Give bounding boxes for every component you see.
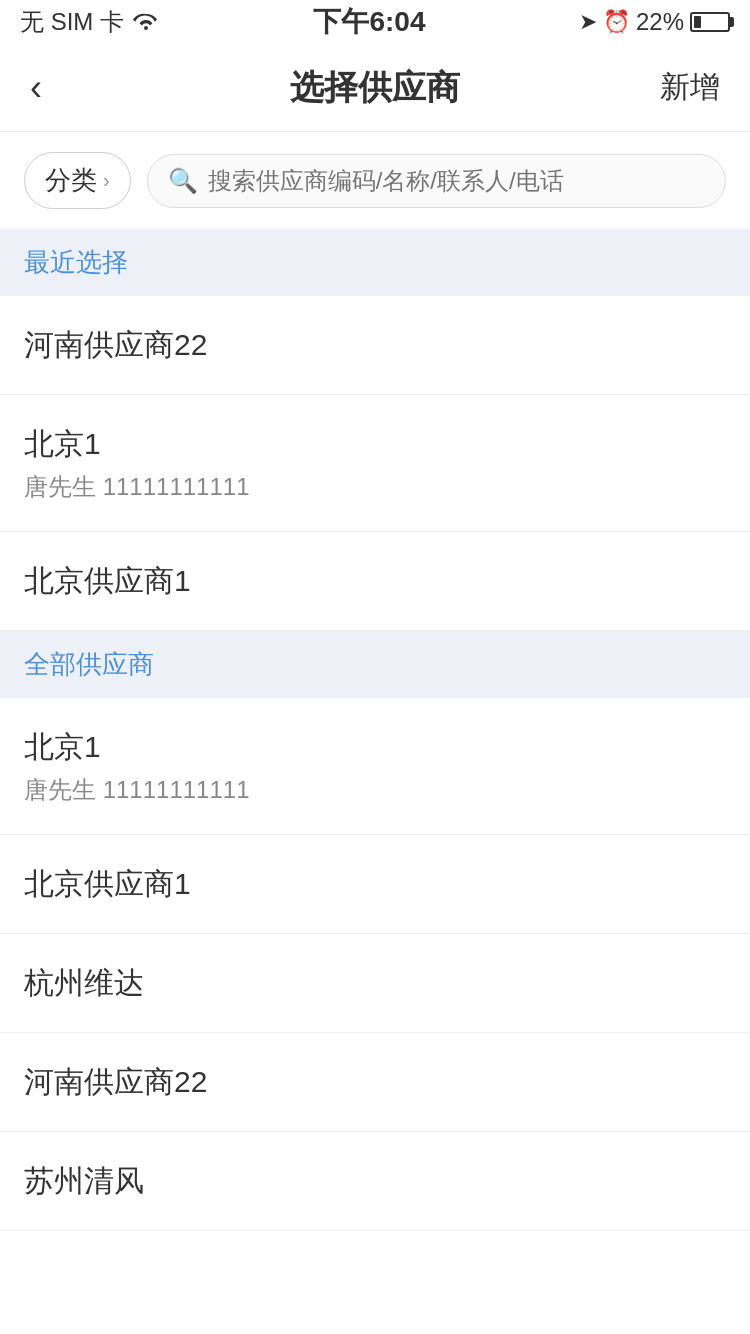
status-left: 无 SIM 卡 [20,6,160,38]
item-name: 北京供应商1 [24,863,726,905]
battery-icon [690,12,730,32]
item-name: 北京1 [24,423,726,465]
item-name: 北京供应商1 [24,560,726,602]
wifi-icon [132,8,160,36]
search-icon: 🔍 [168,167,198,195]
status-right: ➤ ⏰ 22% [579,8,730,36]
alarm-icon: ⏰ [603,9,630,35]
list-item[interactable]: 北京1 唐先生 11111111111 [0,395,750,532]
category-label: 分类 [45,163,97,198]
nav-bar: ‹ 选择供应商 新增 [0,44,750,132]
item-name: 河南供应商22 [24,1061,726,1103]
filter-bar: 分类 › 🔍 [0,132,750,229]
all-section-header: 全部供应商 [0,631,750,698]
search-input[interactable] [208,167,705,195]
search-box[interactable]: 🔍 [147,154,726,208]
location-icon: ➤ [579,9,597,35]
list-item[interactable]: 苏州清风 [0,1132,750,1231]
item-sub: 唐先生 11111111111 [24,774,726,806]
status-time: 下午6:04 [313,3,425,41]
back-button[interactable]: ‹ [30,67,110,109]
recent-section-label: 最近选择 [24,247,128,277]
item-name: 苏州清风 [24,1160,726,1202]
category-button[interactable]: 分类 › [24,152,131,209]
battery-percent: 22% [636,8,684,36]
chevron-right-icon: › [103,169,110,192]
sim-status: 无 SIM 卡 [20,6,124,38]
page-title: 选择供应商 [110,65,640,111]
all-section-label: 全部供应商 [24,649,154,679]
item-name: 河南供应商22 [24,324,726,366]
recent-section-header: 最近选择 [0,229,750,296]
add-button[interactable]: 新增 [640,67,720,108]
all-list: 北京1 唐先生 11111111111 北京供应商1 杭州维达河南供应商22 苏州清风 [0,698,750,1231]
list-item[interactable]: 北京1 唐先生 11111111111 [0,698,750,835]
list-item[interactable]: 河南供应商22 [0,296,750,395]
item-name: 北京1 [24,726,726,768]
list-item[interactable]: 河南供应商22 [0,1033,750,1132]
item-name: 杭州维达 [24,962,726,1004]
status-bar: 无 SIM 卡 下午6:04 ➤ ⏰ 22% [0,0,750,44]
recent-list: 河南供应商22 北京1 唐先生 11111111111 北京供应商1 [0,296,750,631]
list-item[interactable]: 北京供应商1 [0,835,750,934]
list-item[interactable]: 北京供应商1 [0,532,750,631]
list-item[interactable]: 杭州维达 [0,934,750,1033]
item-sub: 唐先生 11111111111 [24,471,726,503]
